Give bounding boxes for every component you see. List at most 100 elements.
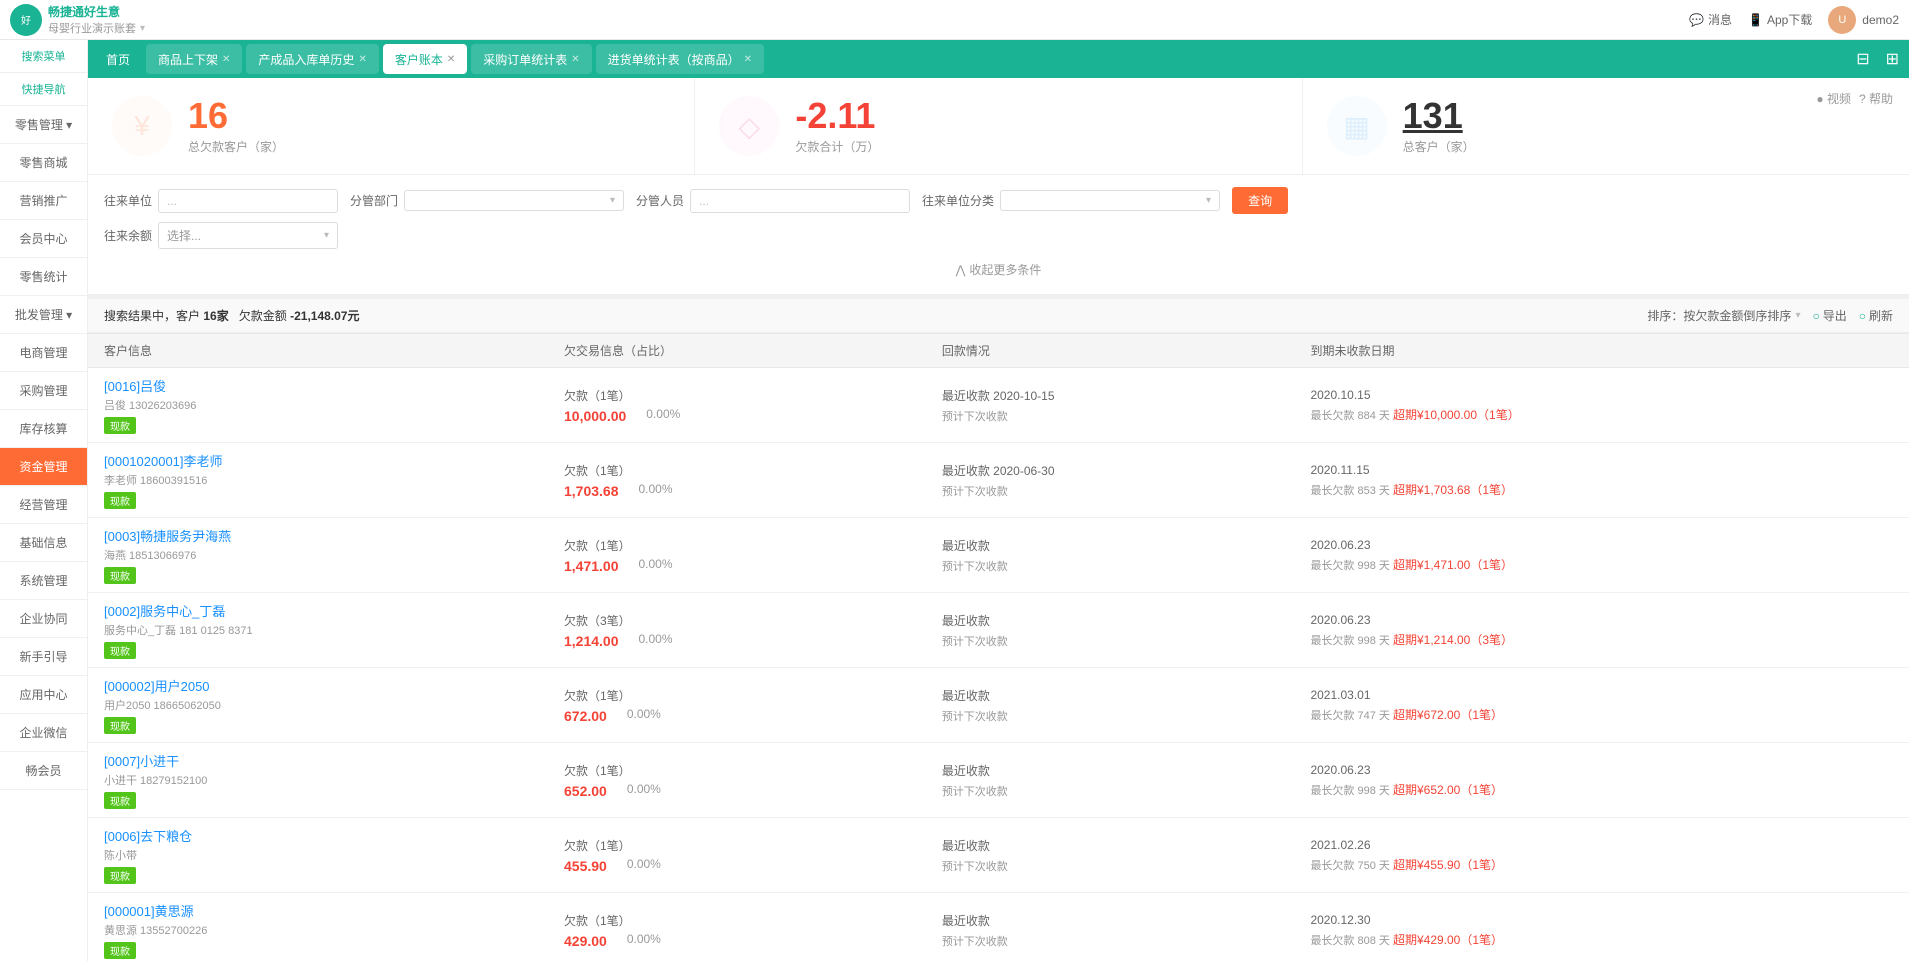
due-date-1: 2020.11.15 — [1310, 463, 1893, 477]
overdue-amount-5[interactable]: 超期¥652.00（1笔） — [1393, 783, 1503, 797]
sidebar-item-wechat[interactable]: 企业微信 — [0, 714, 87, 752]
tab-product-history[interactable]: 产成品入库单历史 ✕ — [246, 44, 378, 74]
tab-close-product-history[interactable]: ✕ — [358, 54, 366, 65]
table-row: [0016]吕俊 吕俊 13026203696 现款 欠款（1笔） 10,000… — [88, 368, 1909, 443]
due-date-7: 2020.12.30 — [1310, 913, 1893, 927]
collapse-btn[interactable]: ⋀ 收起更多条件 — [104, 257, 1893, 282]
manager-label: 分管人员 — [636, 192, 684, 209]
customer-tag-1: 现款 — [104, 492, 136, 509]
tab-customer-account[interactable]: 客户账本 ✕ — [383, 44, 467, 74]
summary-card-debt-total: ◇ -2.11 欠款合计（万） — [695, 78, 1302, 174]
sidebar-item-newguide[interactable]: 新手引导 — [0, 638, 87, 676]
origin-unit-label: 往来单位 — [104, 192, 152, 209]
customer-name-3[interactable]: [0002]服务中心_丁磊 — [104, 601, 532, 620]
search-menu-btn[interactable]: 搜索菜单 — [0, 40, 87, 73]
overdue-amount-6[interactable]: 超期¥455.90（1笔） — [1393, 858, 1503, 872]
debt-amount-3[interactable]: 1,214.00 — [564, 633, 619, 649]
td-customer-1: [0001020001]李老师 李老师 18600391516 现款 — [88, 443, 548, 518]
tab-expand-btn[interactable]: ⊞ — [1880, 47, 1905, 71]
total-customers-number: 131 — [1403, 98, 1475, 134]
sidebar-item-wholesale[interactable]: 批发管理 ▾ — [0, 296, 87, 334]
customer-name-6[interactable]: [0006]去下粮仓 — [104, 826, 532, 845]
export-btn[interactable]: ○ 导出 — [1812, 307, 1846, 324]
sidebar-item-stock[interactable]: 库存核算 — [0, 410, 87, 448]
debt-percent-4: 0.00% — [627, 707, 661, 721]
sidebar: 搜索菜单 快捷导航 零售管理 ▾ 零售商城 营销推广 会员中心 零售统计 批发管… — [0, 40, 88, 961]
debt-amount-7[interactable]: 429.00 — [564, 933, 607, 949]
sidebar-item-purchase[interactable]: 采购管理 — [0, 372, 87, 410]
tab-close-purchase-stats[interactable]: ✕ — [744, 54, 752, 65]
sidebar-item-operations[interactable]: 经营管理 — [0, 486, 87, 524]
balance-select[interactable]: 选择... ▾ — [158, 222, 338, 249]
manager-input[interactable]: ... — [690, 189, 910, 213]
debt-percent-5: 0.00% — [627, 782, 661, 796]
latest-collection-4: 最近收款 — [942, 687, 1279, 704]
next-collection-4: 预计下次收款 — [942, 708, 1279, 724]
debt-amount-1[interactable]: 1,703.68 — [564, 483, 619, 499]
overdue-amount-1[interactable]: 超期¥1,703.68（1笔） — [1393, 483, 1513, 497]
refresh-icon: ○ — [1859, 309, 1866, 323]
customer-name-2[interactable]: [0003]畅捷服务尹海燕 — [104, 526, 532, 545]
sidebar-item-ecommerce[interactable]: 电商管理 — [0, 334, 87, 372]
sidebar-item-finance[interactable]: 资金管理 — [0, 448, 87, 486]
customer-name-4[interactable]: [000002]用户2050 — [104, 676, 532, 695]
sort-select[interactable]: 排序：按欠款金额倒序排序 ▾ — [1647, 307, 1800, 324]
help-btn[interactable]: ? 帮助 — [1859, 90, 1893, 107]
search-btn[interactable]: 查询 — [1232, 187, 1288, 214]
sidebar-item-appcenter[interactable]: 应用中心 — [0, 676, 87, 714]
tab-close-product-offline[interactable]: ✕ — [222, 54, 230, 65]
th-debt-info: 欠交易信息（占比） — [548, 334, 926, 368]
message-btn[interactable]: 💬 消息 — [1689, 11, 1732, 28]
origin-unit-input[interactable]: ... — [158, 189, 338, 213]
tab-close-customer-account[interactable]: ✕ — [447, 54, 455, 65]
sidebar-item-member[interactable]: 会员中心 — [0, 220, 87, 258]
quick-nav-btn[interactable]: 快捷导航 — [0, 73, 87, 106]
video-btn[interactable]: ● 视频 — [1816, 90, 1851, 107]
overdue-amount-2[interactable]: 超期¥1,471.00（1笔） — [1393, 558, 1513, 572]
sidebar-item-retail-store[interactable]: 零售商城 — [0, 144, 87, 182]
td-due-3: 2020.06.23 最长欠款 998 天 超期¥1,214.00（3笔） — [1294, 593, 1909, 668]
overdue-amount-3[interactable]: 超期¥1,214.00（3笔） — [1393, 633, 1513, 647]
sidebar-item-enterprise[interactable]: 企业协同 — [0, 600, 87, 638]
overdue-amount-0[interactable]: 超期¥10,000.00（1笔） — [1393, 408, 1520, 422]
tab-product-offline[interactable]: 商品上下架 ✕ — [146, 44, 242, 74]
debt-amount-6[interactable]: 455.90 — [564, 858, 607, 874]
tab-home[interactable]: 首页 — [94, 44, 142, 74]
debt-amount-5[interactable]: 652.00 — [564, 783, 607, 799]
sidebar-item-retail-stats[interactable]: 零售统计 — [0, 258, 87, 296]
company-dropdown-icon[interactable]: ▾ — [140, 23, 145, 34]
sidebar-item-vip[interactable]: 畅会员 — [0, 752, 87, 790]
refresh-btn[interactable]: ○ 刷新 — [1859, 307, 1893, 324]
table-header-row: 客户信息 欠交易信息（占比） 回款情况 到期未收款日期 — [88, 334, 1909, 368]
overdue-amount-7[interactable]: 超期¥429.00（1笔） — [1393, 933, 1503, 947]
table-row: [0006]去下粮仓 陈小带 现款 欠款（1笔） 455.90 0.00% 最近… — [88, 818, 1909, 893]
user-menu[interactable]: U demo2 — [1828, 6, 1899, 34]
tab-bar: 首页 商品上下架 ✕ 产成品入库单历史 ✕ 客户账本 ✕ 采购订单统计表 ✕ — [88, 40, 1909, 78]
sidebar-item-basic[interactable]: 基础信息 — [0, 524, 87, 562]
dept-label: 分管部门 — [350, 192, 398, 209]
debt-amount-0[interactable]: 10,000.00 — [564, 408, 626, 424]
customer-name-5[interactable]: [0007]小进干 — [104, 751, 532, 770]
tab-close-purchase-order[interactable]: ✕ — [571, 54, 579, 65]
debt-amount-2[interactable]: 1,471.00 — [564, 558, 619, 574]
card-top-right-btns: ● 视频 ? 帮助 — [1816, 90, 1893, 107]
customer-name-7[interactable]: [000001]黄思源 — [104, 901, 532, 920]
next-collection-2: 预计下次收款 — [942, 558, 1279, 574]
tab-purchase-order[interactable]: 采购订单统计表 ✕ — [471, 44, 591, 74]
customer-name-0[interactable]: [0016]吕俊 — [104, 376, 532, 395]
unit-category-select[interactable]: ▾ — [1000, 190, 1220, 211]
customer-name-1[interactable]: [0001020001]李老师 — [104, 451, 532, 470]
sidebar-item-retail-mgmt[interactable]: 零售管理 ▾ — [0, 106, 87, 144]
dept-select[interactable]: ▾ — [404, 190, 624, 211]
td-customer-4: [000002]用户2050 用户2050 18665062050 现款 — [88, 668, 548, 743]
next-collection-3: 预计下次收款 — [942, 633, 1279, 649]
sidebar-item-system[interactable]: 系统管理 — [0, 562, 87, 600]
sidebar-item-marketing[interactable]: 营销推广 — [0, 182, 87, 220]
debt-amount-4[interactable]: 672.00 — [564, 708, 607, 724]
tab-minimize-btn[interactable]: ⊟ — [1850, 47, 1875, 71]
overdue-amount-4[interactable]: 超期¥672.00（1笔） — [1393, 708, 1503, 722]
latest-collection-5: 最近收款 — [942, 762, 1279, 779]
debt-percent-2: 0.00% — [639, 557, 673, 571]
app-download-btn[interactable]: 📱 App下载 — [1748, 11, 1812, 28]
tab-purchase-stats[interactable]: 进货单统计表（按商品） ✕ — [596, 44, 764, 74]
